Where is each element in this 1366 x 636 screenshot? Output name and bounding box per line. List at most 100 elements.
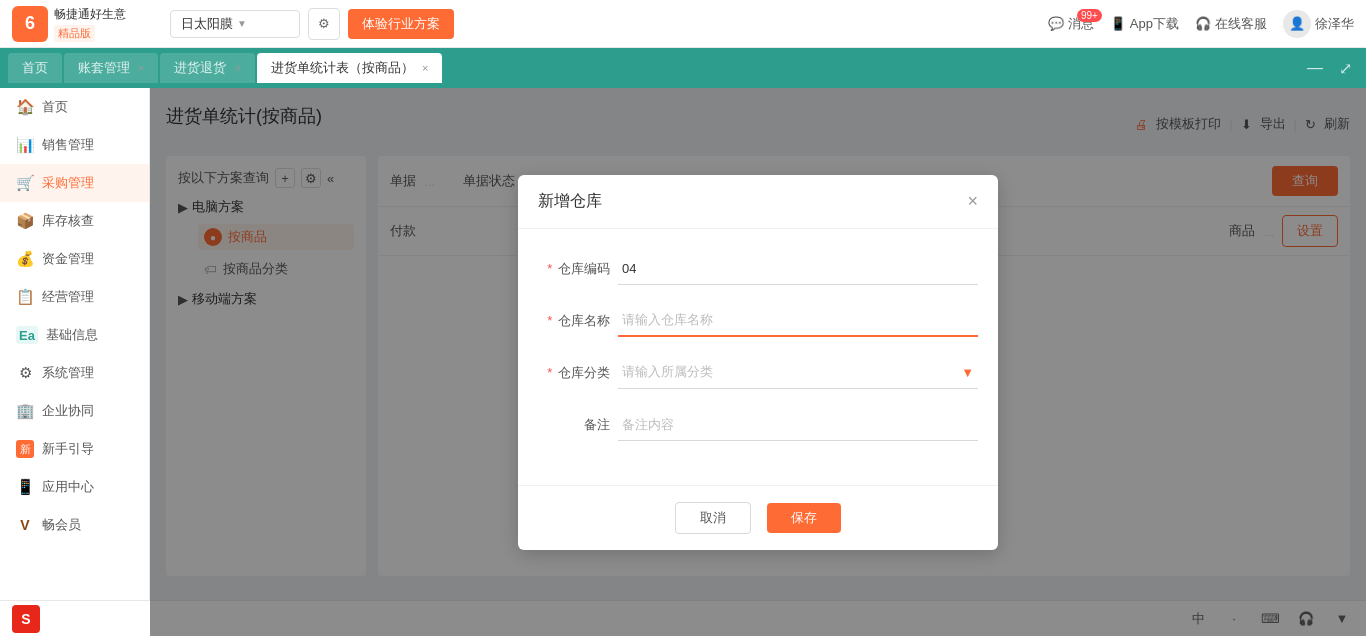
- logo-text: 畅捷通好生意: [54, 6, 126, 23]
- avatar-icon: 👤: [1283, 10, 1311, 38]
- cancel-button[interactable]: 取消: [675, 502, 751, 534]
- tab-purchase-stats[interactable]: 进货单统计表（按商品） ×: [257, 53, 442, 83]
- guide-icon: 新: [16, 440, 34, 458]
- warehouse-type-row: * 仓库分类 请输入所属分类 ▼: [538, 357, 978, 389]
- tab-home[interactable]: 首页: [8, 53, 62, 83]
- tab-bar: 首页 账套管理 × 进货退货 × 进货单统计表（按商品） × — ⤢: [0, 48, 1366, 88]
- modal-footer: 取消 保存: [518, 485, 998, 550]
- warehouse-code-input[interactable]: [618, 253, 978, 285]
- warehouse-name-input[interactable]: [618, 305, 978, 337]
- user-name: 徐泽华: [1315, 15, 1354, 33]
- settings-button[interactable]: ⚙: [308, 8, 340, 40]
- tab-account-close[interactable]: ×: [138, 62, 144, 74]
- header-right: 💬 消息 99+ 📱 App下载 🎧 在线客服 👤 徐泽华: [1048, 10, 1354, 38]
- sidebar-item-finance[interactable]: 💰 资金管理: [0, 240, 149, 278]
- tab-expand-button[interactable]: ⤢: [1333, 57, 1358, 80]
- logo-area: 6 畅捷通好生意 精品版: [12, 6, 162, 42]
- logo-badge: 精品版: [54, 25, 95, 42]
- sidebar-item-vip-label: 畅会员: [42, 516, 81, 534]
- tab-minimize-button[interactable]: —: [1301, 57, 1329, 80]
- gear-icon: ⚙: [318, 16, 330, 31]
- modal-new-warehouse: 新增仓库 × * 仓库编码 *: [518, 175, 998, 550]
- s-logo: S: [12, 605, 40, 633]
- online-service-label: 在线客服: [1215, 15, 1267, 33]
- purchase-icon: 🛒: [16, 174, 34, 192]
- operation-icon: 📋: [16, 288, 34, 306]
- sidebar: 🏠 首页 📊 销售管理 🛒 采购管理 📦 库存核查 💰 资金管理 📋 经营管理 …: [0, 88, 150, 636]
- tab-account-label: 账套管理: [78, 59, 130, 77]
- tab-purchase-return-close[interactable]: ×: [234, 62, 240, 74]
- warehouse-name-label: * 仓库名称: [538, 312, 618, 330]
- modal-header: 新增仓库 ×: [518, 175, 998, 229]
- store-dropdown-arrow: ▼: [237, 18, 247, 29]
- main-layout: 🏠 首页 📊 销售管理 🛒 采购管理 📦 库存核查 💰 资金管理 📋 经营管理 …: [0, 88, 1366, 636]
- inventory-icon: 📦: [16, 212, 34, 230]
- vip-icon: V: [16, 516, 34, 534]
- sidebar-item-basic[interactable]: Ea 基础信息: [0, 316, 149, 354]
- sidebar-item-guide-label: 新手引导: [42, 440, 94, 458]
- sidebar-item-enterprise[interactable]: 🏢 企业协同: [0, 392, 149, 430]
- app-download-button[interactable]: 📱 App下载: [1110, 15, 1179, 33]
- warehouse-type-select[interactable]: 请输入所属分类 ▼: [618, 357, 978, 389]
- modal-overlay[interactable]: 新增仓库 × * 仓库编码 *: [150, 88, 1366, 636]
- phone-icon: 📱: [1110, 16, 1126, 31]
- online-service-button[interactable]: 🎧 在线客服: [1195, 15, 1267, 33]
- sidebar-item-inventory[interactable]: 📦 库存核查: [0, 202, 149, 240]
- trial-button[interactable]: 体验行业方案: [348, 9, 454, 39]
- main-content: 进货单统计(按商品) 🖨 按模板打印 | ⬇ 导出 | ↻ 刷新 按以下方案查询: [150, 88, 1366, 636]
- finance-icon: 💰: [16, 250, 34, 268]
- sidebar-item-basic-label: 基础信息: [46, 326, 98, 344]
- enterprise-icon: 🏢: [16, 402, 34, 420]
- sidebar-item-apps-label: 应用中心: [42, 478, 94, 496]
- message-icon: 💬: [1048, 16, 1064, 31]
- sidebar-item-inventory-label: 库存核查: [42, 212, 94, 230]
- sidebar-item-home[interactable]: 🏠 首页: [0, 88, 149, 126]
- warehouse-code-label: * 仓库编码: [538, 260, 618, 278]
- home-icon: 🏠: [16, 98, 34, 116]
- sidebar-item-purchase[interactable]: 🛒 采购管理: [0, 164, 149, 202]
- message-button[interactable]: 💬 消息 99+: [1048, 15, 1094, 33]
- sidebar-item-apps[interactable]: 📱 应用中心: [0, 468, 149, 506]
- sidebar-item-operation-label: 经营管理: [42, 288, 94, 306]
- sidebar-item-system-label: 系统管理: [42, 364, 94, 382]
- top-header: 6 畅捷通好生意 精品版 日太阳膜 ▼ ⚙ 体验行业方案 💬 消息 99+ 📱 …: [0, 0, 1366, 48]
- sidebar-item-sales-label: 销售管理: [42, 136, 94, 154]
- warehouse-name-row: * 仓库名称: [538, 305, 978, 337]
- tab-purchase-return-label: 进货退货: [174, 59, 226, 77]
- sidebar-item-vip[interactable]: V 畅会员: [0, 506, 149, 544]
- message-badge: 99+: [1077, 9, 1102, 22]
- app-download-label: App下载: [1130, 15, 1179, 33]
- sidebar-item-enterprise-label: 企业协同: [42, 402, 94, 420]
- sidebar-item-guide[interactable]: 新 新手引导: [0, 430, 149, 468]
- headset-icon: 🎧: [1195, 16, 1211, 31]
- logo-icon: 6: [12, 6, 48, 42]
- save-button[interactable]: 保存: [767, 503, 841, 533]
- tab-purchase-stats-label: 进货单统计表（按商品）: [271, 59, 414, 77]
- modal-close-button[interactable]: ×: [967, 191, 978, 212]
- note-row: 备注: [538, 409, 978, 441]
- modal-body: * 仓库编码 * 仓库名称: [518, 229, 998, 485]
- store-name: 日太阳膜: [181, 15, 233, 33]
- tab-account[interactable]: 账套管理 ×: [64, 53, 158, 83]
- apps-icon: 📱: [16, 478, 34, 496]
- sidebar-item-home-label: 首页: [42, 98, 68, 116]
- note-label: 备注: [538, 416, 618, 434]
- tab-actions: — ⤢: [1301, 57, 1358, 80]
- sidebar-item-operation[interactable]: 📋 经营管理: [0, 278, 149, 316]
- sidebar-item-sales[interactable]: 📊 销售管理: [0, 126, 149, 164]
- sidebar-item-purchase-label: 采购管理: [42, 174, 94, 192]
- tab-home-label: 首页: [22, 59, 48, 77]
- warehouse-type-label: * 仓库分类: [538, 364, 618, 382]
- system-icon: ⚙: [16, 364, 34, 382]
- sales-icon: 📊: [16, 136, 34, 154]
- basic-icon: Ea: [16, 326, 38, 344]
- note-input[interactable]: [618, 409, 978, 441]
- modal-title: 新增仓库: [538, 191, 602, 212]
- user-avatar-area[interactable]: 👤 徐泽华: [1283, 10, 1354, 38]
- store-selector[interactable]: 日太阳膜 ▼: [170, 10, 300, 38]
- tab-purchase-stats-close[interactable]: ×: [422, 62, 428, 74]
- select-arrow-icon: ▼: [961, 365, 974, 380]
- warehouse-code-row: * 仓库编码: [538, 253, 978, 285]
- sidebar-item-system[interactable]: ⚙ 系统管理: [0, 354, 149, 392]
- tab-purchase-return[interactable]: 进货退货 ×: [160, 53, 254, 83]
